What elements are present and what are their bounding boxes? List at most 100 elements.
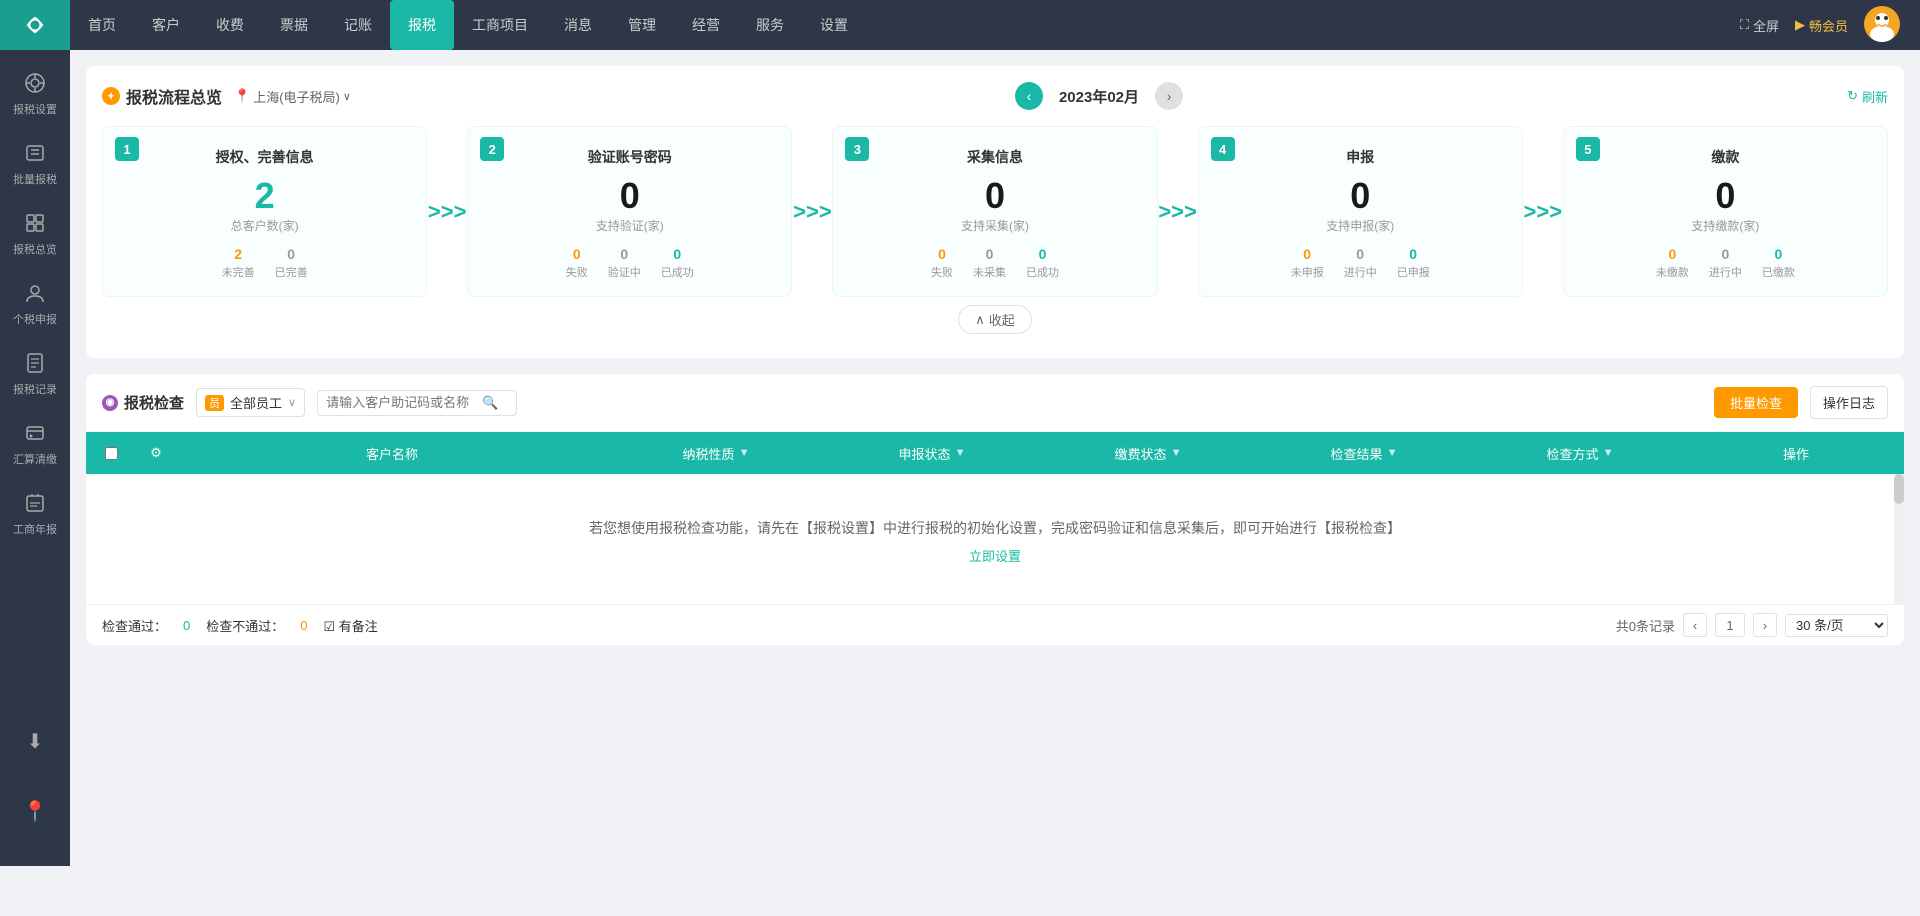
step-stats-5: 0 未缴款 0 进行中 0 已缴款	[1580, 246, 1871, 280]
batch-check-button[interactable]: 批量检查	[1714, 387, 1798, 418]
prev-page-btn[interactable]: ‹	[1683, 613, 1707, 637]
nav-home[interactable]: 首页	[70, 0, 134, 50]
stat-item: 0 已成功	[661, 246, 694, 280]
stat-item: 0 未采集	[973, 246, 1006, 280]
table-footer: 检查通过： 0 检查不通过： 0 ☑ 有备注 共0条记录 ‹ 1 › 30 条/…	[86, 604, 1904, 645]
filter-icon[interactable]: ▼	[1171, 447, 1182, 459]
nav-service[interactable]: 服务	[738, 0, 802, 50]
sidebar-item-personal-tax[interactable]: 个税申报	[0, 270, 70, 340]
month-prev-btn[interactable]: ‹	[1015, 82, 1043, 110]
empty-state: 若您想使用报税检查功能，请先在【报税设置】中进行报税的初始化设置，完成密码验证和…	[86, 474, 1904, 604]
sidebar-item-tax-records[interactable]: 报税记录	[0, 340, 70, 410]
stat-val: 0	[938, 246, 946, 262]
app-logo[interactable]	[0, 0, 70, 50]
op-log-button[interactable]: 操作日志	[1810, 386, 1888, 419]
scrollbar[interactable]	[1894, 474, 1904, 604]
arrow-icon: >>>	[1524, 199, 1563, 225]
refresh-btn[interactable]: ↻ 刷新	[1847, 87, 1888, 106]
stat-item: 0 已完善	[275, 246, 308, 280]
step-big-num-4: 0	[1215, 175, 1506, 217]
sidebar-location[interactable]: 📍	[0, 776, 70, 846]
sidebar-item-annual-report[interactable]: 工商年报	[0, 480, 70, 550]
note-label: ☑ 有备注	[324, 616, 378, 635]
th-actions: 操作	[1688, 444, 1904, 463]
step-card-3: 3 采集信息 0 支持采集(家) 0 失败 0 未采集 0 已成功	[832, 126, 1157, 297]
step-big-num-3: 0	[849, 175, 1140, 217]
stat-val: 0	[1775, 246, 1783, 262]
sidebar-download[interactable]: ⬇	[0, 706, 70, 776]
location-tag[interactable]: 📍 上海(电子税局) ∨	[234, 87, 351, 106]
filter-icon[interactable]: ▼	[1387, 447, 1398, 459]
personal-tax-icon	[24, 282, 46, 310]
th-gear[interactable]: ⚙	[136, 445, 176, 461]
step-num-4: 4	[1211, 137, 1235, 161]
nav-manage[interactable]: 管理	[610, 0, 674, 50]
stat-item: 0 已缴款	[1762, 246, 1795, 280]
step-sub-1: 总客户数(家)	[119, 217, 410, 234]
check-pass-label: 检查通过：	[102, 616, 167, 635]
collapse-btn[interactable]: ∧ 收起	[958, 305, 1032, 334]
search-icon[interactable]: 🔍	[482, 395, 498, 411]
search-input[interactable]	[326, 395, 476, 410]
gear-icon: ⚙	[150, 445, 162, 461]
tax-overview-icon	[24, 212, 46, 240]
step-title-1: 授权、完善信息	[119, 147, 410, 167]
vip-btn[interactable]: ▶ 畅会员	[1795, 16, 1848, 35]
nav-settings[interactable]: 设置	[802, 0, 866, 50]
step-stats-2: 0 失败 0 验证中 0 已成功	[484, 246, 775, 280]
filter-icon[interactable]: ▼	[955, 447, 966, 459]
batch-tax-icon	[24, 142, 46, 170]
avatar[interactable]	[1864, 6, 1900, 45]
next-page-btn[interactable]: ›	[1753, 613, 1777, 637]
nav-message[interactable]: 消息	[546, 0, 610, 50]
th-pay-status: 缴费状态 ▼	[1040, 444, 1256, 463]
fullscreen-btn[interactable]: ⛶ 全屏	[1740, 16, 1779, 35]
check-pass-value[interactable]: 0	[183, 618, 190, 633]
scrollbar-thumb[interactable]	[1894, 474, 1904, 504]
stat-val: 0	[1039, 246, 1047, 262]
check-fail-value[interactable]: 0	[300, 618, 307, 633]
nav-operation[interactable]: 经营	[674, 0, 738, 50]
footer-pagination: 共0条记录 ‹ 1 › 30 条/页 50 条/页 100 条/页	[1616, 613, 1888, 637]
clearing-icon	[24, 422, 46, 450]
stat-item: 0 进行中	[1709, 246, 1742, 280]
nav-business[interactable]: 工商项目	[454, 0, 546, 50]
nav-tax[interactable]: 报税	[390, 0, 454, 50]
stat-item: 0 失败	[566, 246, 588, 280]
sidebar-item-tax-overview[interactable]: 报税总览	[0, 200, 70, 270]
empty-message: 若您想使用报税检查功能，请先在【报税设置】中进行报税的初始化设置，完成密码验证和…	[589, 514, 1401, 542]
arrow-icon: >>>	[793, 199, 832, 225]
stat-label: 失败	[931, 264, 953, 280]
step-arrow-3: >>>	[1158, 126, 1198, 297]
select-all-checkbox[interactable]	[105, 447, 118, 460]
search-box: 🔍	[317, 390, 517, 416]
sidebar-label-tax-settings: 报税设置	[13, 104, 57, 117]
per-page-select[interactable]: 30 条/页 50 条/页 100 条/页	[1785, 614, 1888, 637]
purple-circle-icon: ◉	[102, 395, 118, 411]
main-content: + 报税流程总览 📍 上海(电子税局) ∨ ‹ 2023年02月 › ↻ 刷新	[70, 50, 1920, 866]
step-num-5: 5	[1576, 137, 1600, 161]
sidebar-item-batch-tax[interactable]: 批量报税	[0, 130, 70, 200]
step-sub-2: 支持验证(家)	[484, 217, 775, 234]
location-pin-icon: 📍	[234, 88, 250, 104]
th-check-method: 检查方式 ▼	[1472, 444, 1688, 463]
step-big-num-2: 0	[484, 175, 775, 217]
stat-val: 0	[986, 246, 994, 262]
filter-icon[interactable]: ▼	[739, 447, 750, 459]
month-next-btn[interactable]: ›	[1155, 82, 1183, 110]
filter-icon[interactable]: ▼	[1603, 447, 1614, 459]
nav-accounting[interactable]: 记账	[326, 0, 390, 50]
th-checkbox[interactable]	[86, 447, 136, 460]
stat-item: 0 未申报	[1291, 246, 1324, 280]
nav-fee[interactable]: 收费	[198, 0, 262, 50]
nav-customer[interactable]: 客户	[134, 0, 198, 50]
setup-link[interactable]: 立即设置	[969, 546, 1021, 565]
location-icon: 📍	[23, 799, 48, 824]
fullscreen-icon: ⛶	[1740, 17, 1749, 33]
sidebar-label-tax-records: 报税记录	[13, 384, 57, 397]
nav-invoice[interactable]: 票据	[262, 0, 326, 50]
employee-select[interactable]: 员 全部员工 ∨	[196, 388, 305, 417]
stat-label: 已缴款	[1762, 264, 1795, 280]
sidebar-item-tax-settings[interactable]: 报税设置	[0, 60, 70, 130]
sidebar-item-clearing[interactable]: 汇算清缴	[0, 410, 70, 480]
